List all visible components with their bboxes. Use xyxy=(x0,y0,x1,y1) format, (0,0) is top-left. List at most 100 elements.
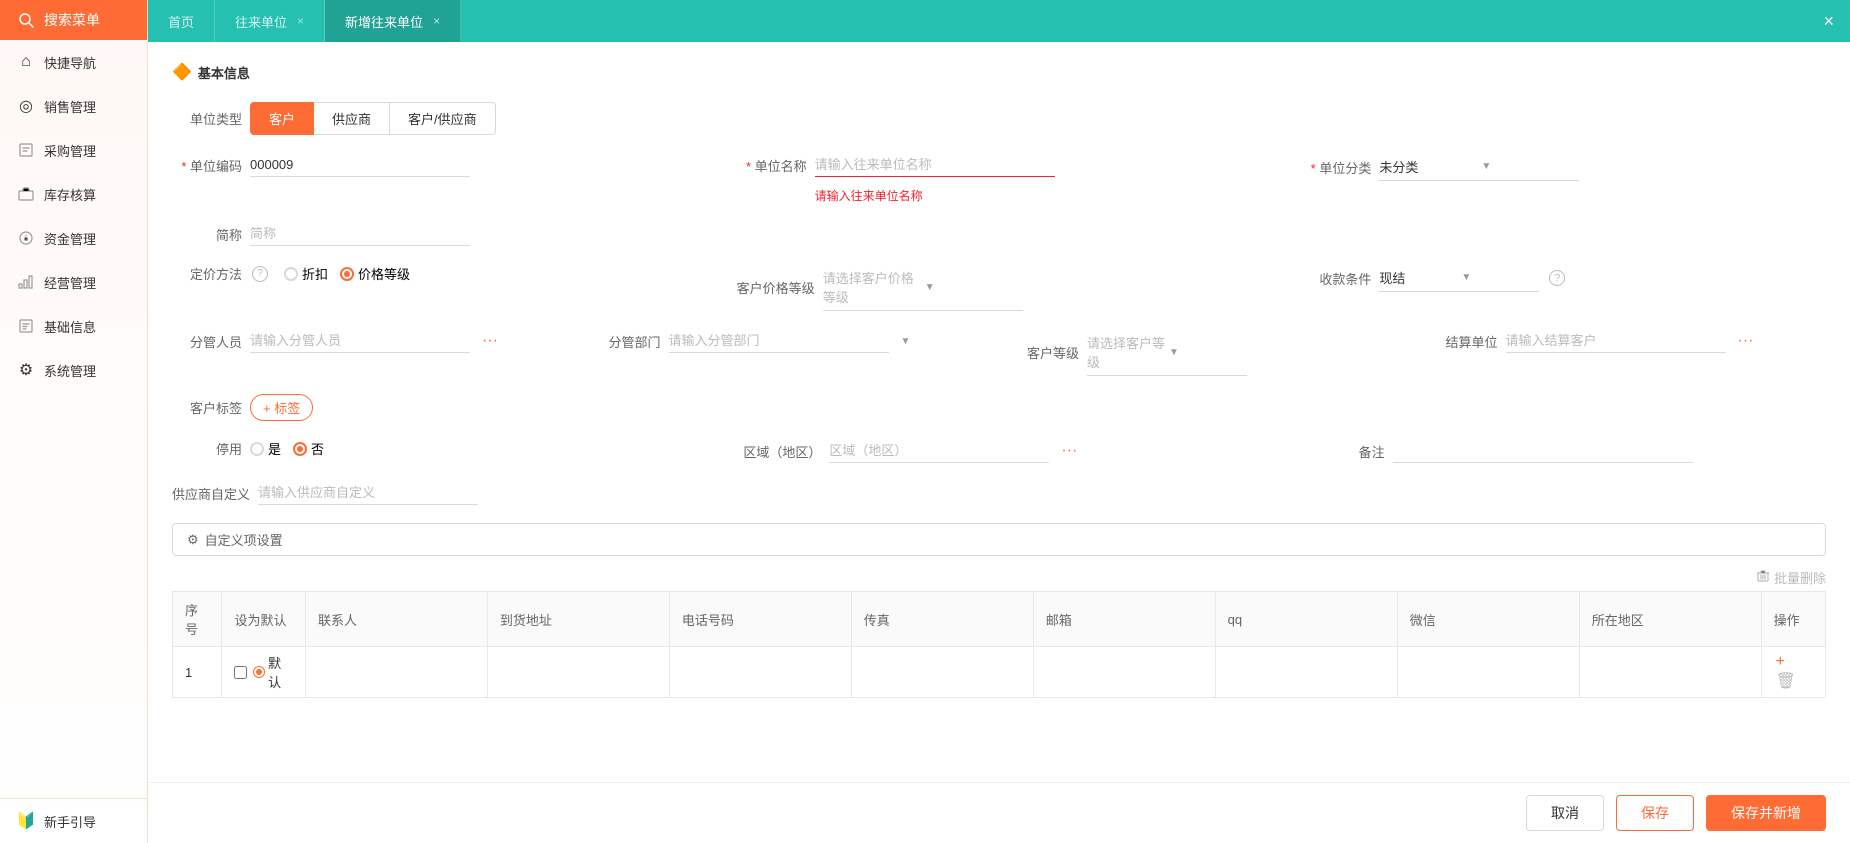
contact-input[interactable] xyxy=(318,665,475,680)
tab-trading-partner-label: 往来单位 xyxy=(235,12,287,31)
sidebar-item-basic-info[interactable]: 基础信息 xyxy=(0,304,147,348)
batch-delete-label[interactable]: 批量删除 xyxy=(1774,568,1826,587)
section-title-text: 基本信息 xyxy=(198,63,250,82)
cell-fax[interactable] xyxy=(851,647,1033,698)
tab-close-all-icon[interactable]: × xyxy=(1807,11,1850,32)
custom-settings-button[interactable]: ⚙ 自定义项设置 xyxy=(172,523,1826,556)
wechat-input[interactable] xyxy=(1410,665,1567,680)
save-button[interactable]: 保存 xyxy=(1616,795,1694,831)
tag-add-label: + 标签 xyxy=(263,398,300,417)
inventory-icon xyxy=(16,184,36,204)
settlement-input[interactable] xyxy=(1506,329,1726,353)
cell-wechat[interactable] xyxy=(1397,647,1579,698)
contacts-table: 序号 设为默认 联系人 到货地址 电话号码 传真 邮箱 qq 微信 所在地区 操… xyxy=(172,591,1826,698)
radio-price-level[interactable]: 价格等级 xyxy=(340,264,410,283)
payment-terms-select[interactable]: 现结 ▼ xyxy=(1379,264,1539,292)
radio-yes[interactable]: 是 xyxy=(250,439,281,458)
sidebar-item-label: 基础信息 xyxy=(44,317,96,336)
btn-type-both[interactable]: 客户/供应商 xyxy=(390,102,496,135)
add-row-icon[interactable]: + xyxy=(1776,653,1785,670)
supplier-custom-row: 供应商自定义 xyxy=(172,481,1826,505)
sidebar-item-inventory[interactable]: 库存核算 xyxy=(0,172,147,216)
payment-terms-value: 现结 xyxy=(1379,268,1457,287)
cell-action: + 🗑 xyxy=(1761,647,1825,698)
short-name-input[interactable] xyxy=(250,222,470,246)
sidebar-item-finance[interactable]: 资金管理 xyxy=(0,216,147,260)
dept-arrow-icon: ▼ xyxy=(901,336,911,347)
sidebar-search[interactable]: 搜索菜单 xyxy=(0,0,147,40)
unit-code-input[interactable] xyxy=(250,153,470,177)
unit-name-error: 请输入往来单位名称 xyxy=(815,187,923,204)
cell-contact[interactable] xyxy=(305,647,487,698)
supplier-custom-input[interactable] xyxy=(258,481,478,505)
btn-type-supplier[interactable]: 供应商 xyxy=(314,102,390,135)
unit-category-select[interactable]: 未分类 ▼ xyxy=(1379,153,1579,181)
gear-icon: ⚙ xyxy=(187,532,199,548)
cell-phone[interactable] xyxy=(669,647,851,698)
sidebar-item-label: 采购管理 xyxy=(44,141,96,160)
unit-type-label: 单位类型 xyxy=(172,109,242,128)
close-trading-partner-icon[interactable]: × xyxy=(297,14,304,28)
cancel-button[interactable]: 取消 xyxy=(1526,795,1604,831)
btn-type-customer[interactable]: 客户 xyxy=(250,102,314,135)
tab-home[interactable]: 首页 xyxy=(148,0,215,42)
sidebar-item-purchase[interactable]: 采购管理 xyxy=(0,128,147,172)
dept-label: 分管部门 xyxy=(591,332,661,351)
table-row: 1 默认 xyxy=(173,647,1826,698)
row-checkbox[interactable] xyxy=(234,666,247,679)
address-input[interactable] xyxy=(500,665,657,680)
payment-terms-arrow-icon: ▼ xyxy=(1461,272,1539,283)
operations-icon xyxy=(16,272,36,292)
price-level-select[interactable]: 请选择客户价格等级 ▼ xyxy=(823,264,1023,311)
save-new-button[interactable]: 保存并新增 xyxy=(1706,795,1826,831)
close-new-partner-icon[interactable]: × xyxy=(433,14,440,28)
sidebar-item-label: 快捷导航 xyxy=(44,53,96,72)
col-fax: 传真 xyxy=(851,592,1033,647)
remark-input[interactable] xyxy=(1393,439,1693,463)
radio-no[interactable]: 否 xyxy=(293,439,324,458)
customer-level-label: 客户等级 xyxy=(1009,343,1079,362)
tag-add-button[interactable]: + 标签 xyxy=(250,394,313,421)
email-input[interactable] xyxy=(1046,665,1203,680)
manager-more-icon[interactable]: ··· xyxy=(482,332,498,350)
col-wechat: 微信 xyxy=(1397,592,1579,647)
radio-discount[interactable]: 折扣 xyxy=(284,264,328,283)
sidebar-item-operations[interactable]: 经营管理 xyxy=(0,260,147,304)
system-icon: ⚙ xyxy=(16,360,36,380)
region-more-icon[interactable]: ··· xyxy=(1061,442,1077,460)
radio-price-level-circle xyxy=(340,267,354,281)
sidebar-item-quick-nav[interactable]: ⌂ 快捷导航 xyxy=(0,40,147,84)
tags-row: 客户标签 + 标签 xyxy=(172,394,1826,421)
cell-index: 1 xyxy=(173,647,222,698)
region-input[interactable] xyxy=(829,439,1049,463)
cell-address[interactable] xyxy=(487,647,669,698)
sidebar-item-guide[interactable]: 🔰 新手引导 xyxy=(0,799,147,843)
qq-input[interactable] xyxy=(1228,665,1385,680)
customer-level-select[interactable]: 请选择客户等级 ▼ xyxy=(1087,329,1247,376)
unit-name-input[interactable] xyxy=(815,153,1055,177)
radio-discount-circle xyxy=(284,267,298,281)
unit-category-field: 单位分类 未分类 ▼ xyxy=(1301,153,1826,181)
sidebar-item-system[interactable]: ⚙ 系统管理 xyxy=(0,348,147,392)
col-phone: 电话号码 xyxy=(669,592,851,647)
cell-qq[interactable] xyxy=(1215,647,1397,698)
dept-input[interactable] xyxy=(669,329,889,353)
search-icon xyxy=(16,10,36,30)
pricing-help-icon[interactable]: ? xyxy=(252,266,268,282)
table-region-input[interactable] xyxy=(1592,665,1749,680)
delete-row-icon[interactable]: 🗑 xyxy=(1776,673,1796,690)
settlement-more-icon[interactable]: ··· xyxy=(1738,332,1754,350)
payment-help-icon[interactable]: ? xyxy=(1549,270,1565,286)
phone-input[interactable] xyxy=(682,665,839,680)
tab-trading-partner[interactable]: 往来单位 × xyxy=(215,0,325,42)
tab-new-partner[interactable]: 新增往来单位 × xyxy=(325,0,461,42)
sidebar-item-sales[interactable]: ◎ 销售管理 xyxy=(0,84,147,128)
cell-region[interactable] xyxy=(1579,647,1761,698)
cell-email[interactable] xyxy=(1033,647,1215,698)
manager-input[interactable] xyxy=(250,329,470,353)
region-label: 区域（地区） xyxy=(743,442,821,461)
sidebar-search-label: 搜索菜单 xyxy=(44,10,100,30)
fax-input[interactable] xyxy=(864,665,1021,680)
disabled-radio-group: 是 否 xyxy=(250,439,324,458)
pricing-method-field: 定价方法 ? 折扣 价格等级 xyxy=(172,264,697,283)
